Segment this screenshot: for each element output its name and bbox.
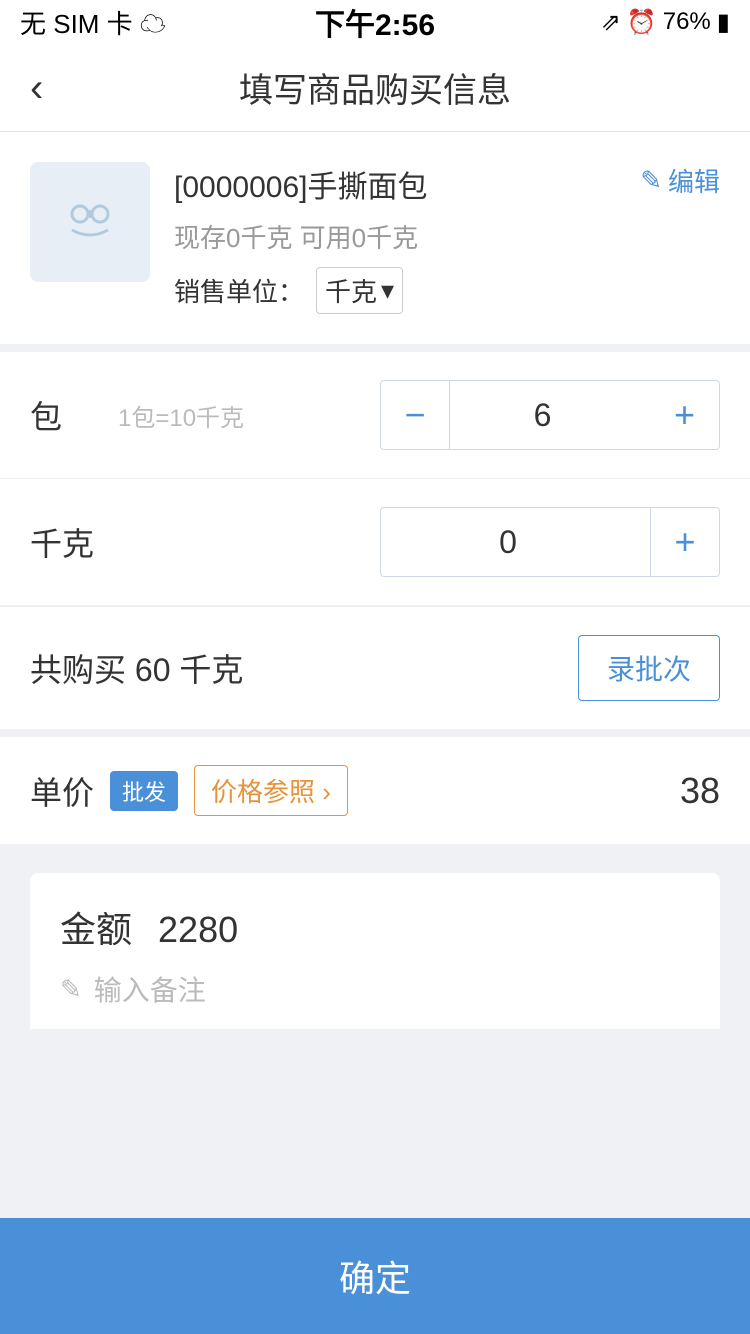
pack-row: 包 1包=10千克 − + xyxy=(0,352,750,479)
product-card: [0000006]手撕面包 ✎ 编辑 现存0千克 可用0千克 销售单位： 千克 … xyxy=(0,132,750,352)
price-label: 单价 xyxy=(30,768,94,814)
pack-label: 包 xyxy=(30,392,110,438)
price-reference-button[interactable]: 价格参照 › xyxy=(194,765,348,816)
kg-plus-button[interactable]: + xyxy=(650,507,720,577)
unit-value: 千克 xyxy=(325,272,377,309)
kg-controls: + xyxy=(380,507,720,577)
pack-plus-button[interactable]: + xyxy=(650,380,720,450)
summary-row: 共购买 60 千克 录批次 xyxy=(0,607,750,737)
product-stock: 现存0千克 可用0千克 xyxy=(174,218,720,255)
battery-icon: ▮ xyxy=(717,8,730,37)
price-type-tag: 批发 xyxy=(110,771,178,811)
kg-input[interactable] xyxy=(380,507,650,577)
status-left: 无 SIM 卡 ☁ xyxy=(20,4,166,41)
batch-button[interactable]: 录批次 xyxy=(578,635,720,701)
edit-button[interactable]: ✎ 编辑 xyxy=(640,162,720,199)
price-section: 单价 批发 价格参照 › 38 xyxy=(0,737,750,845)
pencil-icon: ✎ xyxy=(60,974,82,1005)
unit-label: 销售单位： xyxy=(174,272,304,309)
pack-minus-button[interactable]: − xyxy=(380,380,450,450)
dropdown-arrow-icon: ▾ xyxy=(381,275,394,306)
pack-hint: 1包=10千克 xyxy=(118,398,380,433)
quantity-section: 包 1包=10千克 − + 千克 + xyxy=(0,352,750,607)
status-right: ⇗ ⏰ 76% ▮ xyxy=(601,8,730,37)
amount-section: 金额 2280 ✎ 输入备注 xyxy=(0,845,750,1029)
unit-selector[interactable]: 千克 ▾ xyxy=(316,267,403,314)
kg-label: 千克 xyxy=(30,519,110,565)
amount-label: 金额 xyxy=(60,909,132,950)
battery-level: 76% xyxy=(663,8,711,36)
product-name: [0000006]手撕面包 xyxy=(174,162,427,206)
alarm-icon: ⏰ xyxy=(627,8,657,37)
pack-controls: − + xyxy=(380,380,720,450)
spacer xyxy=(0,1029,750,1218)
back-button[interactable]: ‹ xyxy=(30,68,43,108)
product-info: [0000006]手撕面包 ✎ 编辑 现存0千克 可用0千克 销售单位： 千克 … xyxy=(174,162,720,314)
edit-label: 编辑 xyxy=(668,162,720,199)
remark-row[interactable]: ✎ 输入备注 xyxy=(60,969,690,1009)
sim-status: 无 SIM 卡 ☁ xyxy=(20,4,166,41)
pack-input[interactable] xyxy=(450,380,650,450)
edit-icon: ✎ xyxy=(640,165,662,196)
status-time: 下午2:56 xyxy=(315,0,435,44)
kg-row: 千克 + xyxy=(0,479,750,606)
confirm-button[interactable]: 确定 xyxy=(0,1218,750,1334)
price-value: 38 xyxy=(680,770,720,812)
location-icon: ⇗ xyxy=(601,8,621,37)
status-bar: 无 SIM 卡 ☁ 下午2:56 ⇗ ⏰ 76% ▮ xyxy=(0,0,750,44)
nav-bar: ‹ 填写商品购买信息 xyxy=(0,44,750,132)
amount-value: 2280 xyxy=(158,909,238,950)
product-image xyxy=(30,162,150,282)
summary-text: 共购买 60 千克 xyxy=(30,645,243,691)
page-title: 填写商品购买信息 xyxy=(239,63,511,112)
remark-placeholder: 输入备注 xyxy=(94,969,206,1009)
amount-display: 金额 2280 xyxy=(60,901,690,953)
product-unit-row: 销售单位： 千克 ▾ xyxy=(174,267,720,314)
amount-row: 金额 2280 ✎ 输入备注 xyxy=(30,873,720,1029)
product-logo-icon xyxy=(60,192,120,252)
